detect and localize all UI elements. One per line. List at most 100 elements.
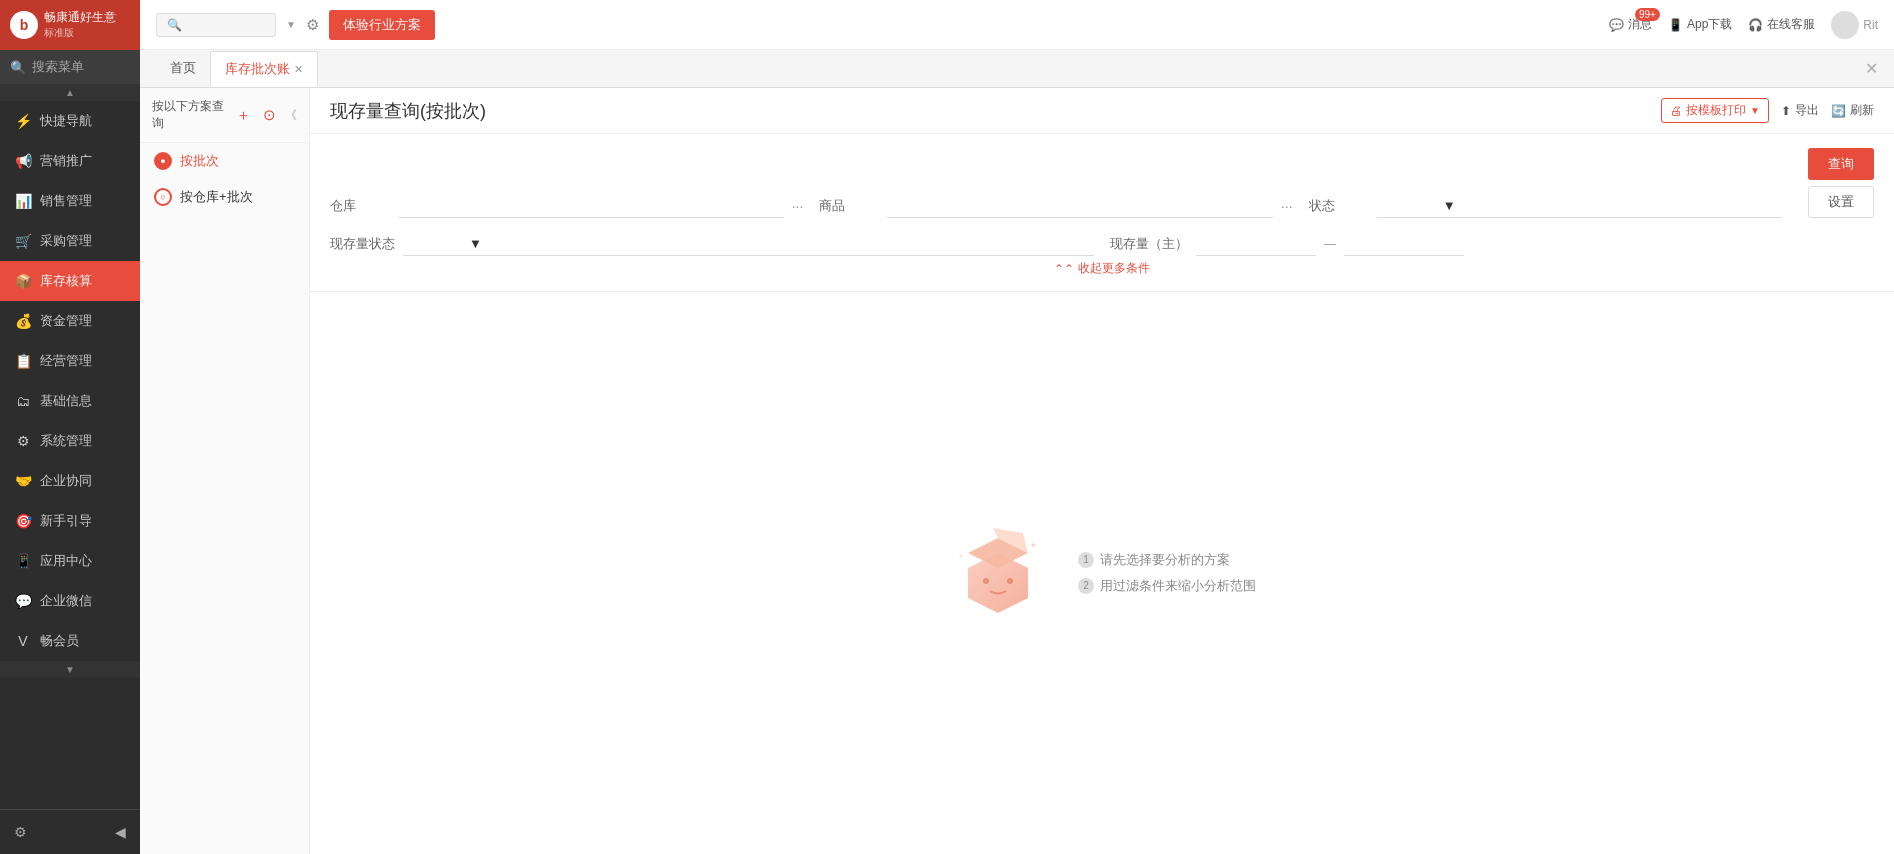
sidebar-item-app-center[interactable]: 📱 应用中心 bbox=[0, 541, 140, 581]
tab-inventory-batch[interactable]: 库存批次账 ✕ bbox=[210, 51, 318, 87]
nav-label-marketing: 营销推广 bbox=[40, 152, 92, 170]
message-badge: 99+ bbox=[1635, 8, 1660, 21]
online-support-btn[interactable]: 🎧 在线客服 bbox=[1748, 16, 1815, 33]
sidebar-item-sales[interactable]: 📊 销售管理 bbox=[0, 181, 140, 221]
scroll-down-btn[interactable]: ▼ bbox=[0, 661, 140, 678]
nav-label-app-center: 应用中心 bbox=[40, 552, 92, 570]
tip-num-2: 2 bbox=[1078, 578, 1094, 594]
topbar-search[interactable]: 🔍 bbox=[156, 13, 276, 37]
tabbar: 首页 库存批次账 ✕ ✕ bbox=[140, 50, 1894, 88]
sales-icon: 📊 bbox=[14, 192, 32, 210]
basics-icon: 🗂 bbox=[14, 392, 32, 410]
stock-status-dropdown-icon: ▼ bbox=[469, 236, 482, 251]
refresh-label: 刷新 bbox=[1850, 102, 1874, 119]
svg-text:✦: ✦ bbox=[1023, 588, 1027, 594]
scroll-up-btn[interactable]: ▲ bbox=[0, 84, 140, 101]
app-download-btn[interactable]: 📱 App下载 bbox=[1668, 16, 1732, 33]
sidebar-item-finance[interactable]: 💰 资金管理 bbox=[0, 301, 140, 341]
sidebar-item-inventory[interactable]: 📦 库存核算 bbox=[0, 261, 140, 301]
stock-status-dropdown[interactable]: ▼ bbox=[403, 232, 1094, 256]
status-field: 状态 ▼ bbox=[1309, 194, 1782, 218]
sidebar-item-purchase[interactable]: 🛒 采购管理 bbox=[0, 221, 140, 261]
sidebar-item-members[interactable]: V 畅会员 bbox=[0, 621, 140, 661]
tip-num-1: 1 bbox=[1078, 552, 1094, 568]
export-icon: ⬆ bbox=[1781, 104, 1791, 118]
sidebar-footer: ⚙ ◀ bbox=[0, 809, 140, 854]
warehouse-input[interactable] bbox=[398, 194, 784, 218]
filter-buttons: 查询 设置 bbox=[1808, 148, 1874, 218]
left-panel-actions: ＋ ⊙ 《 bbox=[233, 105, 297, 125]
stock-status-field: 现存量状态 ▼ bbox=[330, 232, 1094, 256]
topbar-dropdown-arrow[interactable]: ▼ bbox=[286, 19, 296, 30]
plan-item-by-batch[interactable]: ● 按批次 bbox=[140, 143, 309, 179]
stock-qty-max-input[interactable] bbox=[1344, 232, 1464, 256]
topbar-search-icon: 🔍 bbox=[167, 18, 182, 32]
page-title: 现存量查询(按批次) bbox=[330, 99, 486, 123]
app-title: 畅康通好生意 bbox=[44, 10, 116, 26]
refresh-btn[interactable]: 🔄 刷新 bbox=[1831, 102, 1874, 119]
page-header: 现存量查询(按批次) 🖨 按模板打印 ▼ ⬆ 导出 🔄 刷新 bbox=[310, 88, 1894, 134]
trial-btn[interactable]: 体验行业方案 bbox=[329, 10, 435, 40]
add-plan-btn[interactable]: ＋ bbox=[233, 105, 253, 125]
system-icon: ⚙ bbox=[14, 432, 32, 450]
sidebar-item-marketing[interactable]: 📢 营销推广 bbox=[0, 141, 140, 181]
warehouse-dots-btn[interactable]: ··· bbox=[792, 198, 804, 214]
stock-qty-divider: — bbox=[1324, 237, 1336, 251]
collapse-left-panel-btn[interactable]: 《 bbox=[285, 107, 297, 124]
user-avatar-btn[interactable]: Rit bbox=[1831, 11, 1878, 39]
operations-icon: 📋 bbox=[14, 352, 32, 370]
collapse-more-btn[interactable]: ⌃⌃ 收起更多条件 bbox=[330, 260, 1874, 277]
print-label: 按模板打印 bbox=[1686, 102, 1746, 119]
left-panel-header: 按以下方案查询 ＋ ⊙ 《 bbox=[140, 88, 309, 143]
search-menu[interactable]: 🔍 搜索菜单 bbox=[0, 50, 140, 84]
plan-label-by-batch: 按批次 bbox=[180, 152, 219, 170]
empty-tip-1: 1 请先选择要分析的方案 bbox=[1078, 547, 1256, 573]
svg-text:✦: ✦ bbox=[958, 553, 963, 559]
nav-label-basics: 基础信息 bbox=[40, 392, 92, 410]
quick-nav-icon: ⚡ bbox=[14, 112, 32, 130]
status-dropdown[interactable]: ▼ bbox=[1377, 194, 1782, 218]
topbar-gear-icon[interactable]: ⚙ bbox=[306, 16, 319, 34]
nav-label-inventory: 库存核算 bbox=[40, 272, 92, 290]
tip-text-1: 请先选择要分析的方案 bbox=[1100, 547, 1230, 573]
print-template-btn[interactable]: 🖨 按模板打印 ▼ bbox=[1661, 98, 1769, 123]
settings-footer-btn[interactable]: ⚙ bbox=[10, 820, 31, 844]
marketing-icon: 📢 bbox=[14, 152, 32, 170]
sidebar-item-enterprise[interactable]: 🤝 企业协同 bbox=[0, 461, 140, 501]
collapse-sidebar-btn[interactable]: ◀ bbox=[111, 820, 130, 844]
filter-settings-btn[interactable]: 设置 bbox=[1808, 186, 1874, 218]
sidebar-item-system[interactable]: ⚙ 系统管理 bbox=[0, 421, 140, 461]
product-input[interactable] bbox=[887, 194, 1273, 218]
print-icon: 🖨 bbox=[1670, 104, 1682, 118]
plan-settings-btn[interactable]: ⊙ bbox=[259, 105, 279, 125]
product-dots-btn[interactable]: ··· bbox=[1281, 198, 1293, 214]
export-btn[interactable]: ⬆ 导出 bbox=[1781, 102, 1819, 119]
tab-home-label: 首页 bbox=[170, 59, 196, 77]
sidebar-item-wechat[interactable]: 💬 企业微信 bbox=[0, 581, 140, 621]
collapse-arrow-up-icon: ⌃⌃ bbox=[1054, 262, 1074, 276]
topbar: 🔍 ▼ ⚙ 体验行业方案 💬 消息 99+ 📱 App下载 🎧 在线客服 Ri bbox=[140, 0, 1894, 50]
nav-label-system: 系统管理 bbox=[40, 432, 92, 450]
headset-icon: 🎧 bbox=[1748, 18, 1763, 32]
nav-label-finance: 资金管理 bbox=[40, 312, 92, 330]
messages-btn[interactable]: 💬 消息 99+ bbox=[1609, 16, 1652, 33]
tab-home[interactable]: 首页 bbox=[156, 51, 210, 87]
nav-label-enterprise: 企业协同 bbox=[40, 472, 92, 490]
sidebar-item-quick-nav[interactable]: ⚡ 快捷导航 bbox=[0, 101, 140, 141]
sidebar-nav: ▲ ⚡ 快捷导航 📢 营销推广 📊 销售管理 🛒 采购管理 📦 库存核算 💰 资… bbox=[0, 84, 140, 809]
wechat-icon: 💬 bbox=[14, 592, 32, 610]
tab-actions: ✕ bbox=[1865, 59, 1878, 78]
tab-close-all-btn[interactable]: ✕ bbox=[1865, 59, 1878, 78]
query-btn[interactable]: 查询 bbox=[1808, 148, 1874, 180]
username-label: Rit bbox=[1863, 18, 1878, 32]
stock-status-label: 现存量状态 bbox=[330, 235, 395, 253]
plan-item-by-warehouse-batch[interactable]: ○ 按仓库+批次 bbox=[140, 179, 309, 215]
sidebar-item-operations[interactable]: 📋 经营管理 bbox=[0, 341, 140, 381]
tab-close-icon[interactable]: ✕ bbox=[294, 63, 303, 76]
sidebar-item-guide[interactable]: 🎯 新手引导 bbox=[0, 501, 140, 541]
sidebar-item-basics[interactable]: 🗂 基础信息 bbox=[0, 381, 140, 421]
left-panel: 按以下方案查询 ＋ ⊙ 《 ● 按批次 ○ 按仓库+批次 bbox=[140, 88, 310, 854]
stock-qty-label: 现存量（主） bbox=[1110, 235, 1188, 253]
stock-qty-min-input[interactable] bbox=[1196, 232, 1316, 256]
app-center-icon: 📱 bbox=[14, 552, 32, 570]
